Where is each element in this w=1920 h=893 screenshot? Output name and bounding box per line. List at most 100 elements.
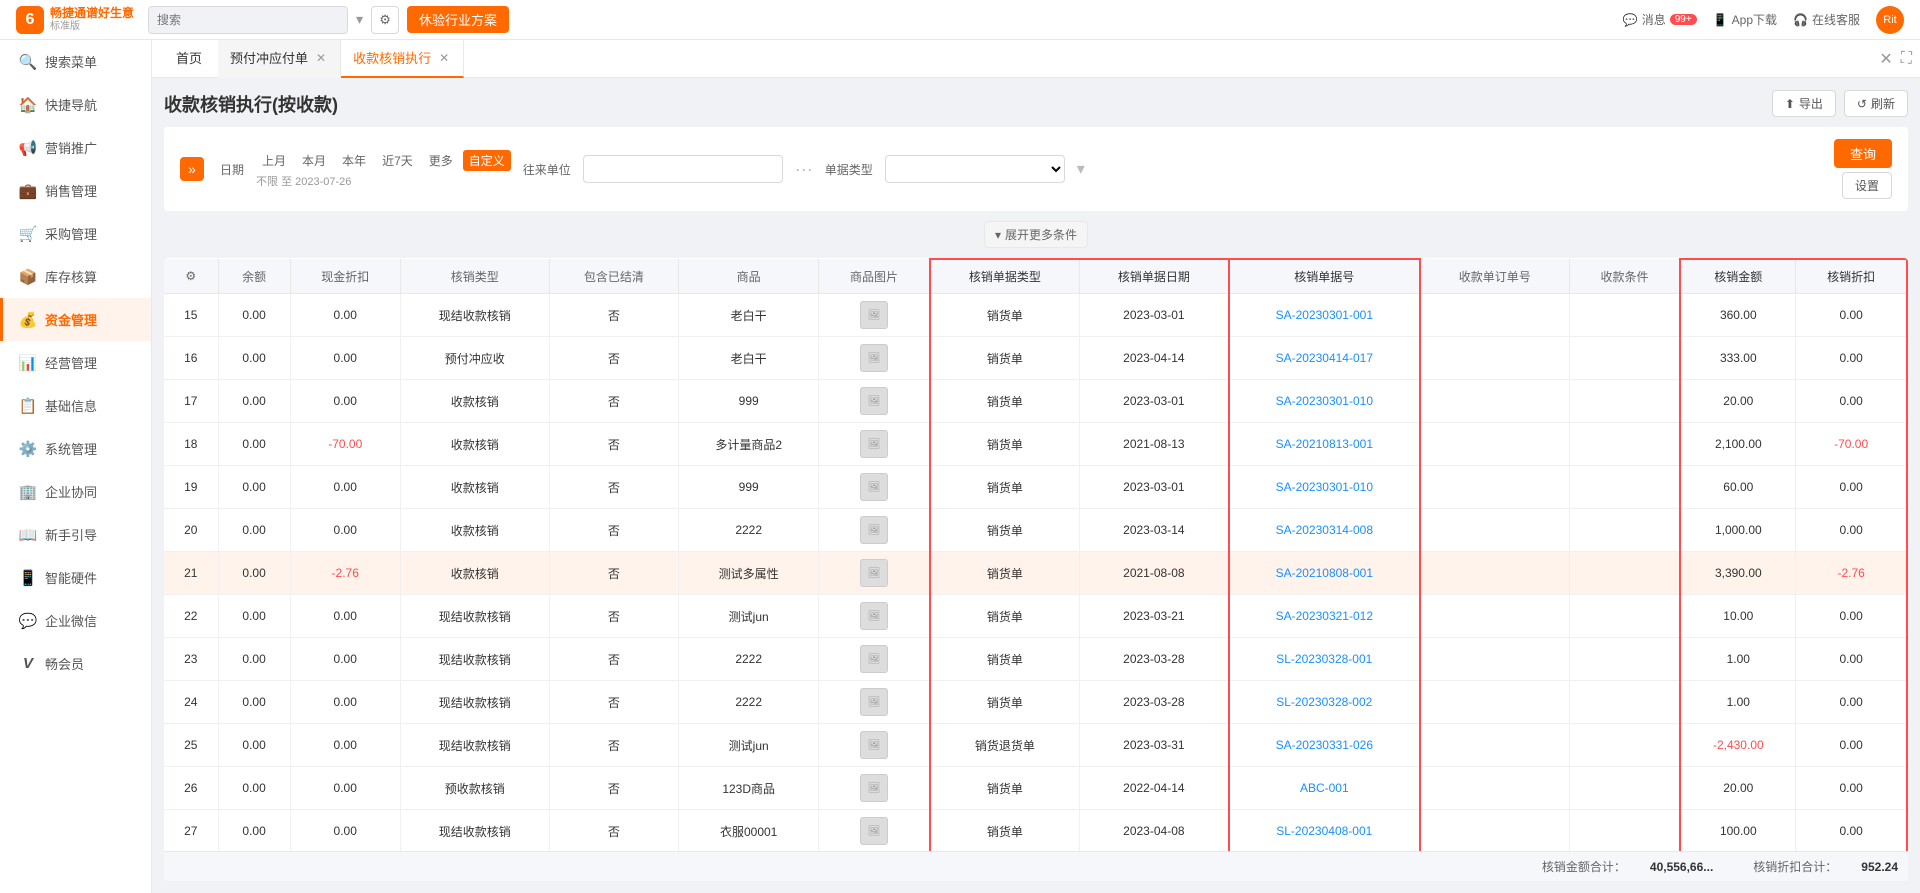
trial-button[interactable]: 休验行业方案: [407, 6, 509, 33]
td-cancel-type: 收款核销: [400, 552, 549, 595]
sidebar: 🔍 搜索菜单 🏠 快捷导航 📢 营销推广 💼 销售管理 🛒 采购管理 📦 库存核…: [0, 40, 152, 893]
td-bill-no[interactable]: SA-20230331-026: [1229, 724, 1420, 767]
tab-home-label: 首页: [176, 48, 202, 67]
content-area: 首页 预付冲应付单 ✕ 收款核销执行 ✕ ✕ ⛶ 收款核销执行(按收款): [152, 40, 1920, 893]
table-row: 22 0.00 0.00 现结收款核销 否 测试jun 🖼 销货单 2023-0…: [164, 595, 1907, 638]
th-product: 商品: [679, 259, 819, 294]
tab-home[interactable]: 首页: [160, 40, 218, 78]
counterparty-input[interactable]: [583, 155, 783, 183]
td-bill-report-type: 销货单: [930, 423, 1079, 466]
td-balance: 0.00: [218, 810, 290, 852]
td-bill-no[interactable]: SA-20230301-010: [1229, 380, 1420, 423]
td-bill-no[interactable]: SL-20230408-001: [1229, 810, 1420, 852]
td-include-settled: 否: [549, 294, 679, 337]
td-balance: 0.00: [218, 466, 290, 509]
table-row: 19 0.00 0.00 收款核销 否 999 🖼 销货单 2023-03-01…: [164, 466, 1907, 509]
sidebar-item-inventory[interactable]: 📦 库存核算: [0, 255, 151, 298]
sidebar-item-finance[interactable]: 💰 资金管理: [0, 298, 151, 341]
td-bill-no[interactable]: SL-20230328-002: [1229, 681, 1420, 724]
td-bill-date: 2021-08-13: [1079, 423, 1228, 466]
td-product-image: 🖼: [819, 638, 930, 681]
table-scroll[interactable]: ⚙ 余额 现金折扣 核销类型 包含已结清 商品 商品图片 核销单据类型 核销单据…: [164, 258, 1908, 851]
td-collection-terms: [1569, 294, 1680, 337]
tab-collection-close[interactable]: ✕: [437, 49, 451, 67]
td-cancel-type: 收款核销: [400, 466, 549, 509]
td-bill-no[interactable]: ABC-001: [1229, 767, 1420, 810]
online-service-button[interactable]: 🎧 在线客服: [1793, 11, 1860, 28]
td-cancel-amount: 100.00: [1680, 810, 1795, 852]
td-cash-discount: 0.00: [290, 638, 400, 681]
bill-type-select[interactable]: [885, 155, 1065, 183]
tab-collection[interactable]: 收款核销执行 ✕: [341, 40, 464, 78]
system-icon: ⚙️: [19, 440, 37, 458]
td-collection-order-no: [1420, 466, 1569, 509]
home-icon: 🏠: [19, 96, 37, 114]
expand-conditions-button[interactable]: ▾ 展开更多条件: [984, 221, 1088, 248]
td-product-image: 🖼: [819, 552, 930, 595]
td-bill-report-type: 销货单: [930, 509, 1079, 552]
sidebar-item-wechat[interactable]: 💬 企业微信: [0, 599, 151, 642]
td-cash-discount: 0.00: [290, 380, 400, 423]
sidebar-item-search-menu[interactable]: 🔍 搜索菜单: [0, 40, 151, 83]
sidebar-item-basic-info[interactable]: 📋 基础信息: [0, 384, 151, 427]
sidebar-item-enterprise[interactable]: 🏢 企业协同: [0, 470, 151, 513]
td-bill-report-type: 销货单: [930, 552, 1079, 595]
td-bill-no[interactable]: SA-20230301-010: [1229, 466, 1420, 509]
date-custom[interactable]: 自定义: [463, 150, 511, 171]
td-collection-terms: [1569, 466, 1680, 509]
td-bill-no[interactable]: SL-20230328-001: [1229, 638, 1420, 681]
table-row: 23 0.00 0.00 现结收款核销 否 2222 🖼 销货单 2023-03…: [164, 638, 1907, 681]
sidebar-item-operations[interactable]: 📊 经营管理: [0, 341, 151, 384]
member-icon: V: [19, 655, 37, 673]
date-7days[interactable]: 近7天: [376, 150, 419, 171]
sidebar-item-purchase[interactable]: 🛒 采购管理: [0, 212, 151, 255]
top-bar-right: 💬 消息 99+ 📱 App下载 🎧 在线客服 Rit: [1623, 6, 1904, 34]
date-more[interactable]: 更多: [423, 150, 459, 171]
settings-button[interactable]: 设置: [1842, 172, 1892, 199]
td-bill-no[interactable]: SA-20210813-001: [1229, 423, 1420, 466]
td-bill-no[interactable]: SA-20230321-012: [1229, 595, 1420, 638]
sidebar-item-member[interactable]: V 畅会员: [0, 642, 151, 685]
td-cancel-type: 现结收款核销: [400, 595, 549, 638]
sidebar-item-marketing[interactable]: 📢 营销推广: [0, 126, 151, 169]
tab-prepay-close[interactable]: ✕: [314, 49, 328, 67]
inventory-icon: 📦: [19, 268, 37, 286]
td-bill-no[interactable]: SA-20210808-001: [1229, 552, 1420, 595]
date-curr-year[interactable]: 本年: [336, 150, 372, 171]
top-search-input[interactable]: [148, 6, 348, 34]
tab-close-all[interactable]: ✕: [1879, 49, 1892, 69]
sidebar-item-guide[interactable]: 📖 新手引导: [0, 513, 151, 556]
main-layout: 🔍 搜索菜单 🏠 快捷导航 📢 营销推广 💼 销售管理 🛒 采购管理 📦 库存核…: [0, 40, 1920, 893]
tab-prepay[interactable]: 预付冲应付单 ✕: [218, 40, 341, 78]
td-bill-no[interactable]: SA-20230301-001: [1229, 294, 1420, 337]
refresh-label: 刷新: [1871, 95, 1895, 112]
date-buttons: 上月 本月 本年 近7天 更多 自定义: [256, 150, 511, 171]
export-button[interactable]: ⬆ 导出: [1772, 90, 1836, 117]
date-curr-month[interactable]: 本月: [296, 150, 332, 171]
td-bill-date: 2023-03-28: [1079, 638, 1228, 681]
td-num: 15: [164, 294, 218, 337]
app-download-button[interactable]: 📱 App下载: [1713, 11, 1777, 28]
sidebar-item-system[interactable]: ⚙️ 系统管理: [0, 427, 151, 470]
sidebar-item-sales[interactable]: 💼 销售管理: [0, 169, 151, 212]
date-prev-month[interactable]: 上月: [256, 150, 292, 171]
td-cancel-type: 现结收款核销: [400, 294, 549, 337]
messages-button[interactable]: 💬 消息 99+: [1623, 11, 1697, 28]
table-row: 26 0.00 0.00 预收款核销 否 123D商品 🖼 销货单 2022-0…: [164, 767, 1907, 810]
export-label: 导出: [1799, 95, 1823, 112]
td-cancel-discount: 0.00: [1796, 681, 1907, 724]
sidebar-item-quick-nav[interactable]: 🏠 快捷导航: [0, 83, 151, 126]
refresh-button[interactable]: ↺ 刷新: [1844, 90, 1908, 117]
sidebar-item-label: 系统管理: [45, 439, 97, 458]
query-button[interactable]: 查询: [1834, 139, 1892, 168]
filter-toggle[interactable]: »: [180, 157, 204, 181]
td-collection-order-no: [1420, 380, 1569, 423]
td-bill-no[interactable]: SA-20230314-008: [1229, 509, 1420, 552]
user-avatar[interactable]: Rit: [1876, 6, 1904, 34]
sidebar-item-hardware[interactable]: 📱 智能硬件: [0, 556, 151, 599]
date-label: 日期: [220, 161, 244, 178]
tab-maximize[interactable]: ⛶: [1901, 50, 1912, 68]
td-bill-no[interactable]: SA-20230414-017: [1229, 337, 1420, 380]
gear-button[interactable]: ⚙: [371, 6, 399, 34]
td-product: 999: [679, 380, 819, 423]
